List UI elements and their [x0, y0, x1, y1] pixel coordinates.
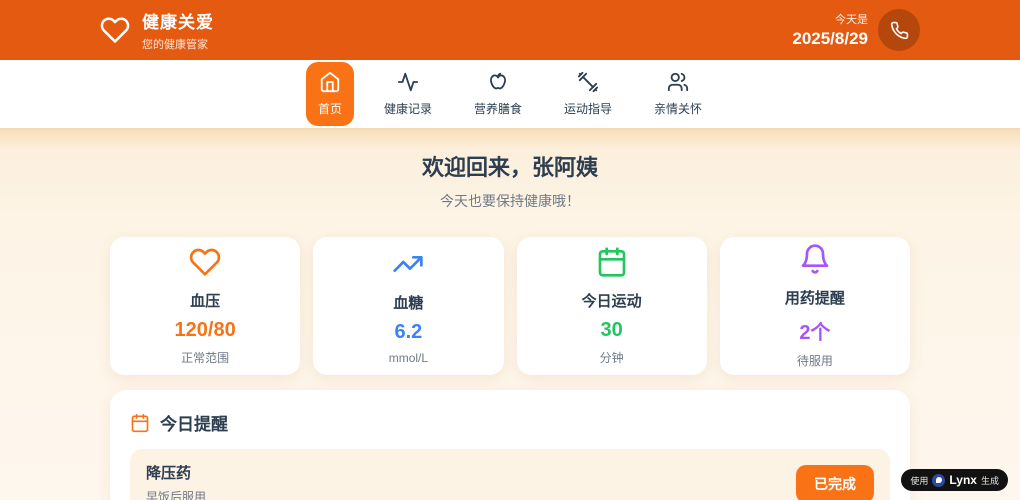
stat-title: 血压 [190, 293, 221, 310]
phone-icon [890, 21, 908, 39]
stat-title: 今日运动 [581, 293, 642, 310]
reminder-row: 降压药 早饭后服用 已完成 [130, 449, 890, 500]
app-title: 健康关爱 [142, 13, 214, 32]
heart-icon [189, 248, 221, 276]
home-icon [320, 71, 340, 93]
dumbbell-icon [577, 71, 599, 93]
stat-value: 6.2 [394, 320, 423, 343]
stat-value: 120/80 [174, 319, 236, 341]
stat-title: 血糖 [393, 294, 424, 312]
nav-label: 运动指导 [564, 102, 613, 116]
bell-icon [801, 244, 829, 274]
app-header: 健康关爱 您的健康管家 今天是 2025/8/29 [0, 0, 1020, 60]
users-icon [667, 72, 689, 92]
reminder-subtitle: 早饭后服用 [146, 490, 207, 500]
phone-button[interactable] [878, 9, 920, 51]
date-label: 今天是 [835, 14, 868, 26]
reminders-header: 今日提醒 [130, 410, 890, 435]
heart-logo-icon [100, 17, 130, 43]
pulse-icon [397, 72, 419, 92]
reminder-text: 降压药 早饭后服用 [146, 462, 206, 500]
welcome-subtitle: 今天也要保持健康哦！ [439, 193, 580, 209]
nav-item-nutrition[interactable]: 营养膳食 [462, 63, 534, 125]
app-window: 健康关爱 您的健康管家 今天是 2025/8/29 首页 健康记录 营养膳食 运… [0, 0, 1020, 500]
date-value: 2025/8/29 [792, 29, 868, 48]
nav-item-health-records[interactable]: 健康记录 [372, 63, 444, 125]
stat-value: 30 [600, 319, 623, 341]
stat-unit: 分钟 [599, 351, 624, 365]
stat-card-exercise[interactable]: 今日运动 30 分钟 [516, 237, 707, 375]
stat-unit: mmol/L [388, 350, 429, 365]
reminder-title: 降压药 [146, 465, 192, 482]
trend-up-icon [393, 255, 424, 272]
badge-suffix: 生成 [980, 475, 999, 486]
header-date: 今天是 2025/8/29 [792, 11, 868, 49]
stat-card-blood-sugar[interactable]: 血糖 6.2 mmol/L [313, 237, 504, 375]
nav-label: 首页 [317, 102, 342, 116]
nav-label: 营养膳食 [473, 102, 522, 116]
stats-grid: 血压 120/80 正常范围 血糖 6.2 mmol/L 今日运动 30 分钟 … [110, 237, 910, 375]
calendar-icon [598, 247, 625, 277]
nav-item-home[interactable]: 首页 [305, 62, 354, 126]
app-brand: 健康关爱 您的健康管家 [100, 8, 214, 52]
stat-unit: 待服用 [796, 354, 833, 368]
nav-label: 亲情关怀 [654, 102, 703, 116]
section-title: 今日提醒 [160, 415, 228, 434]
stat-card-blood-pressure[interactable]: 血压 120/80 正常范围 [110, 237, 301, 375]
nav-item-exercise[interactable]: 运动指导 [552, 63, 624, 125]
reminders-section: 今日提醒 降压药 早饭后服用 已完成 [110, 390, 910, 500]
badge-brand: Lynx [949, 473, 977, 487]
main-content: 欢迎回来，张阿姨 今天也要保持健康哦！ 血压 120/80 正常范围 血糖 6.… [0, 128, 1020, 500]
apple-icon [490, 72, 506, 90]
calendar-icon [131, 413, 149, 432]
main-nav: 首页 健康记录 营养膳食 运动指导 亲情关怀 [0, 60, 1020, 128]
nav-label: 健康记录 [383, 102, 432, 116]
stat-title: 用药提醒 [784, 290, 845, 307]
stat-value: 2个 [799, 322, 831, 344]
nav-item-family-care[interactable]: 亲情关怀 [642, 63, 714, 125]
welcome-title: 欢迎回来，张阿姨 [421, 155, 598, 180]
welcome-block: 欢迎回来，张阿姨 今天也要保持健康哦！ [422, 150, 598, 211]
stat-card-medication[interactable]: 用药提醒 2个 待服用 [719, 237, 910, 375]
stat-unit: 正常范围 [181, 351, 230, 365]
lynx-logo-icon [932, 473, 946, 487]
lynx-generated-badge[interactable]: 使用 Lynx 生成 [901, 469, 1008, 491]
badge-prefix: 使用 [910, 475, 929, 486]
done-button[interactable]: 已完成 [796, 464, 874, 500]
app-subtitle: 您的健康管家 [142, 39, 208, 51]
